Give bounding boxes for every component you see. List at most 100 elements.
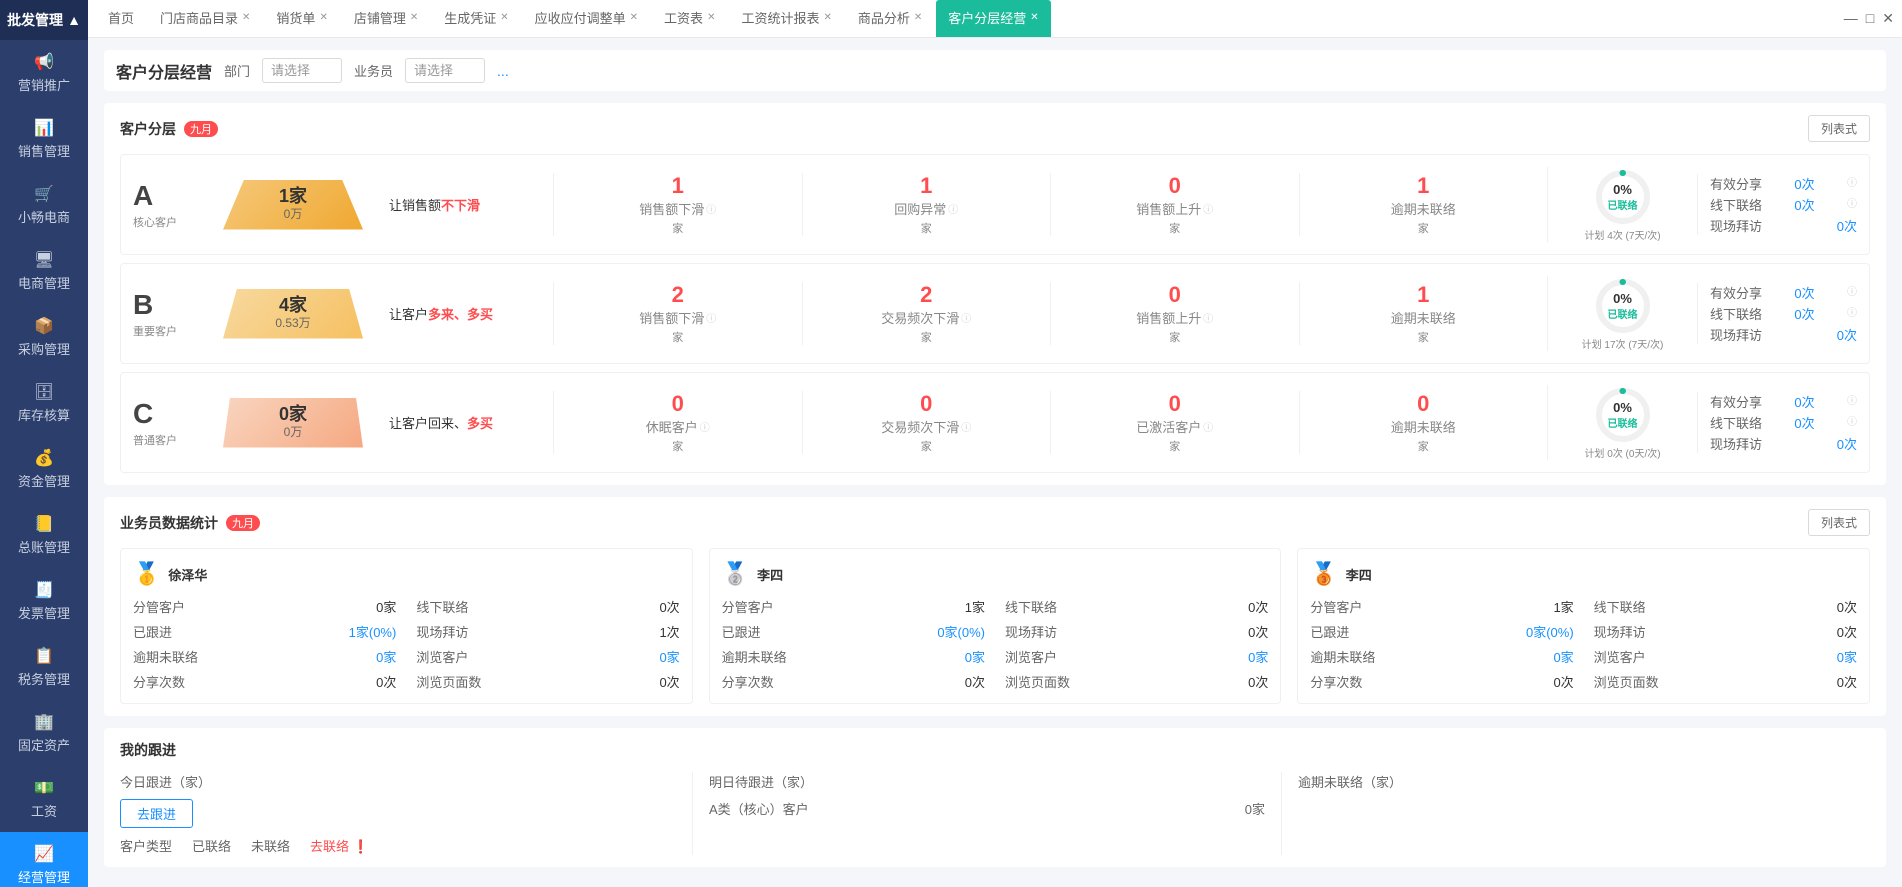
tier-c-right-2-val[interactable]: 0次 <box>1837 434 1857 453</box>
tier-a-stat-1[interactable]: 1 回购异常 ⓘ 家 <box>802 173 1051 236</box>
tier-a-stat-2[interactable]: 0 销售额上升 ⓘ 家 <box>1050 173 1299 236</box>
tab-customer-tier[interactable]: 客户分层经营 ✕ <box>936 0 1050 37</box>
tier-a-right-2: 现场拜访 0次 <box>1710 216 1857 235</box>
tier-c-stat-1[interactable]: 0 交易频次下滑 ⓘ 家 <box>802 391 1051 454</box>
tab-voucher[interactable]: 生成凭证 ✕ <box>432 0 520 37</box>
business-section: 业务员数据统计 九月 列表式 🥇 徐泽华 分管客户 0家 <box>104 497 1886 716</box>
sidebar-item-payroll[interactable]: 💵 工资 <box>0 766 88 832</box>
staff-0-stat-4-val[interactable]: 0家 <box>376 647 396 666</box>
tab-store-mgmt[interactable]: 店铺管理 ✕ <box>342 0 430 37</box>
tier-b-stat-0[interactable]: 2 销售额下滑 ⓘ 家 <box>553 282 802 345</box>
staff-2-stat-2-val[interactable]: 0家(0%) <box>1526 622 1574 641</box>
tab-products-close[interactable]: ✕ <box>242 12 250 23</box>
tab-goods-analysis[interactable]: 商品分析 ✕ <box>846 0 934 37</box>
followup-col-0-sub4: 去联络 ❗ <box>310 836 369 855</box>
tier-b-right-1-label: 线下联络 <box>1710 304 1762 323</box>
staff-0-stat-2-val[interactable]: 1家(0%) <box>349 622 397 641</box>
tier-b-stat-1[interactable]: 2 交易频次下滑 ⓘ 家 <box>802 282 1051 345</box>
sidebar-item-sales[interactable]: 📊 销售管理 <box>0 106 88 172</box>
list-view-btn[interactable]: 列表式 <box>1808 115 1870 142</box>
staff-2-stat-6: 分享次数 0次 <box>1310 672 1573 691</box>
info-c-2: ⓘ <box>1203 419 1213 434</box>
staff-2-stat-5-val[interactable]: 0家 <box>1837 647 1857 666</box>
tab-products[interactable]: 门店商品目录 ✕ <box>148 0 262 37</box>
staff-2-stat-3: 现场拜访 0次 <box>1594 622 1857 641</box>
tier-b-amount: 0.53万 <box>275 314 310 331</box>
tier-b-right-0-val[interactable]: 0次 <box>1794 283 1814 302</box>
tab-receivable[interactable]: 应收应付调整单 ✕ <box>523 0 650 37</box>
inventory-icon: 🗄 <box>34 382 54 402</box>
staff-0-stat-5-val[interactable]: 0家 <box>659 647 679 666</box>
tab-payroll-report-close[interactable]: ✕ <box>823 12 831 23</box>
sidebar-item-ecommerce[interactable]: 🖥 电商管理 <box>0 238 88 304</box>
sidebar-item-purchase[interactable]: 📦 采购管理 <box>0 304 88 370</box>
tier-a-stat-0[interactable]: 1 销售额下滑 ⓘ 家 <box>553 173 802 236</box>
tier-grid: A 核心客户 1家 0万 让销售额不下滑 1 <box>120 154 1870 473</box>
sidebar-item-marketing[interactable]: 📢 营销推广 <box>0 40 88 106</box>
sidebar-item-finance[interactable]: 💰 资金管理 <box>0 436 88 502</box>
tab-store-mgmt-close[interactable]: ✕ <box>410 12 418 23</box>
tier-a-right-1-val[interactable]: 0次 <box>1794 195 1814 214</box>
tier-a-stat-3[interactable]: 1 逾期未联络 家 <box>1299 173 1548 236</box>
tab-customer-tier-close[interactable]: ✕ <box>1030 12 1038 23</box>
business-list-btn[interactable]: 列表式 <box>1808 509 1870 536</box>
circle-c-pct: 0% <box>1608 400 1638 415</box>
tier-c-shape: 0家 0万 <box>223 398 363 448</box>
sidebar-label-operation: 经营管理 <box>18 867 70 886</box>
tab-minimize-btn[interactable]: — <box>1844 10 1858 27</box>
sidebar-item-ecommerce-small[interactable]: 🛒 小畅电商 <box>0 172 88 238</box>
go-followup-btn[interactable]: 去跟进 <box>120 799 193 828</box>
staff-1-stat-5: 浏览客户 0家 <box>1005 647 1268 666</box>
staff-2-stat-4-val[interactable]: 0家 <box>1553 647 1573 666</box>
staff-label: 业务员 <box>354 61 393 80</box>
sidebar-collapse-icon: ▲ <box>67 12 81 28</box>
tab-payroll-table-close[interactable]: ✕ <box>707 12 715 23</box>
tab-voucher-close[interactable]: ✕ <box>500 12 508 23</box>
sidebar-item-operation[interactable]: 📈 经营管理 ◀ <box>0 832 88 887</box>
tier-b-right-2-val[interactable]: 0次 <box>1837 325 1857 344</box>
toolbar-more[interactable]: ... <box>497 63 509 79</box>
sidebar-item-inventory[interactable]: 🗄 库存核算 <box>0 370 88 436</box>
tier-b-stat-2[interactable]: 0 销售额上升 ⓘ 家 <box>1050 282 1299 345</box>
circle-a-plan: 计划 4次 (7天/次) <box>1584 227 1660 242</box>
tier-c-right-0-val[interactable]: 0次 <box>1794 392 1814 411</box>
tier-b-right-1-val[interactable]: 0次 <box>1794 304 1814 323</box>
content-area: 客户分层经营 部门 请选择 业务员 请选择 ... 客户分层 九月 列表式 <box>88 38 1902 887</box>
tier-c-stat-3[interactable]: 0 逾期未联络 家 <box>1299 391 1548 454</box>
staff-1-stat-4: 逾期未联络 0家 <box>722 647 985 666</box>
sidebar-item-invoice[interactable]: 🧾 发票管理 <box>0 568 88 634</box>
staff-1-stat-6: 分享次数 0次 <box>722 672 985 691</box>
tab-payroll-report[interactable]: 工资统计报表 ✕ <box>729 0 843 37</box>
tab-home[interactable]: 首页 <box>96 0 146 37</box>
tab-payroll-table[interactable]: 工资表 ✕ <box>652 0 727 37</box>
staff-1-stat-2-val[interactable]: 0家(0%) <box>937 622 985 641</box>
tier-a-right-2-val[interactable]: 0次 <box>1837 216 1857 235</box>
sidebar-item-fixed[interactable]: 🏢 固定资产 <box>0 700 88 766</box>
staff-0-stat-0-label: 分管客户 <box>133 597 185 616</box>
tier-a-slogan: 让销售额不下滑 <box>373 195 553 214</box>
tab-close-btn[interactable]: ✕ <box>1882 10 1894 27</box>
staff-0-stat-2-label: 已跟进 <box>133 622 172 641</box>
staff-select[interactable]: 请选择 <box>405 58 485 83</box>
sidebar-item-ledger[interactable]: 📒 总账管理 <box>0 502 88 568</box>
tab-sales-order-close[interactable]: ✕ <box>319 12 327 23</box>
tier-b-stat-3[interactable]: 1 逾期未联络 家 <box>1299 282 1548 345</box>
tab-sales-order[interactable]: 销货单 ✕ <box>264 0 339 37</box>
staff-1-stat-4-val[interactable]: 0家 <box>965 647 985 666</box>
sidebar-logo[interactable]: 批发管理 ▲ <box>0 0 88 40</box>
dept-select[interactable]: 请选择 <box>262 58 342 83</box>
staff-0-stat-1: 线下联络 0次 <box>416 597 679 616</box>
staff-1-stat-6-val: 0次 <box>965 672 985 691</box>
tier-c-right-1-val[interactable]: 0次 <box>1794 413 1814 432</box>
staff-1-stat-5-val[interactable]: 0家 <box>1248 647 1268 666</box>
tier-c-stat-0[interactable]: 0 休眠客户 ⓘ 家 <box>553 391 802 454</box>
tier-a-right-0-val[interactable]: 0次 <box>1794 174 1814 193</box>
tier-c-main: 0家 0万 <box>213 398 373 448</box>
tab-goods-analysis-close[interactable]: ✕ <box>914 12 922 23</box>
sidebar-item-tax[interactable]: 📋 税务管理 <box>0 634 88 700</box>
tier-a-letter: A <box>133 180 153 212</box>
tab-receivable-close[interactable]: ✕ <box>630 12 638 23</box>
staff-2-stat-6-val: 0次 <box>1553 672 1573 691</box>
tier-c-stat-2[interactable]: 0 已激活客户 ⓘ 家 <box>1050 391 1299 454</box>
tab-maximize-btn[interactable]: □ <box>1866 10 1874 27</box>
